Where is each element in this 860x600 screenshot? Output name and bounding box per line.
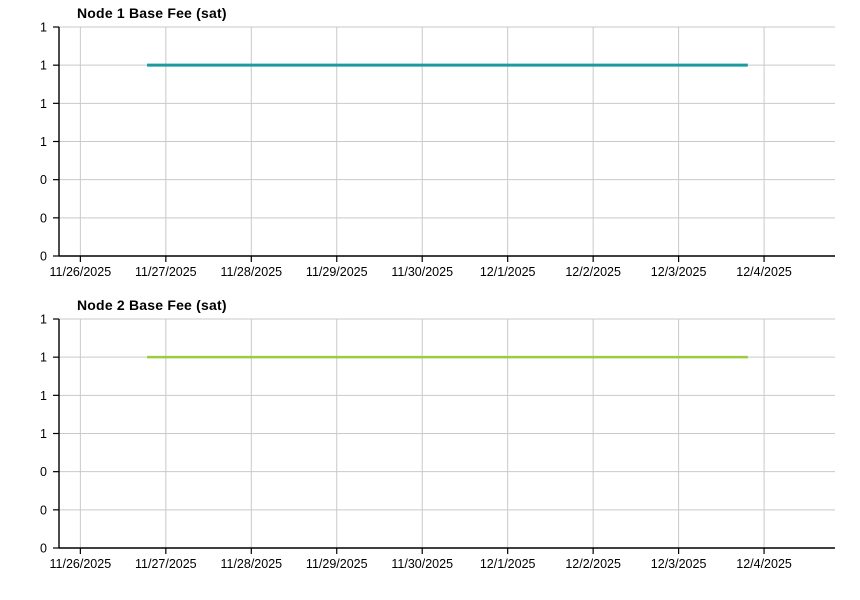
x-tick-label: 12/3/2025: [651, 265, 707, 279]
x-tick-label: 11/30/2025: [391, 557, 453, 571]
y-tick-label: 0: [40, 465, 47, 479]
x-tick-label: 12/4/2025: [736, 265, 792, 279]
x-tick-label: 12/2/2025: [565, 557, 621, 571]
y-tick-label: 1: [40, 313, 47, 327]
x-tick-label: 12/1/2025: [480, 557, 536, 571]
x-tick-label: 11/27/2025: [135, 557, 197, 571]
y-tick-label: 0: [40, 542, 47, 556]
y-tick-label: 1: [40, 59, 47, 73]
y-tick-label: 1: [40, 97, 47, 111]
y-tick-label: 0: [40, 173, 47, 187]
chart-node2-base-fee: Node 2 Base Fee (sat) 11/26/2025 11/27/20…: [0, 292, 860, 583]
x-tick-label: 12/4/2025: [736, 557, 792, 571]
y-tick-label: 0: [40, 503, 47, 517]
x-tick-label: 11/28/2025: [220, 557, 282, 571]
y-tick-label: 1: [40, 427, 47, 441]
x-tick-label: 11/30/2025: [391, 265, 453, 279]
y-tick-label: 1: [40, 135, 47, 149]
y-tick-label: 1: [40, 21, 47, 35]
x-tick-label: 11/27/2025: [135, 265, 197, 279]
x-tick-label: 11/29/2025: [306, 265, 368, 279]
x-tick-label: 11/26/2025: [50, 557, 112, 571]
chart-plot-node2: 11/26/2025 11/27/2025 11/28/2025 11/29/2025…: [40, 313, 835, 571]
y-tick-label: 1: [40, 389, 47, 403]
y-tick-label: 0: [40, 211, 47, 225]
y-tick-label: 0: [40, 250, 47, 264]
x-tick-label: 12/1/2025: [480, 265, 536, 279]
y-tick-label: 1: [40, 351, 47, 365]
x-tick-label: 11/26/2025: [50, 265, 112, 279]
x-tick-label: 11/29/2025: [306, 557, 368, 571]
x-tick-label: 12/2/2025: [565, 265, 621, 279]
x-tick-label: 11/28/2025: [220, 265, 282, 279]
chart-node1-base-fee: Node 1 Base Fee (sat) 11/26/2025 11/27/20…: [0, 0, 860, 291]
chart-plot-node1: 11/26/2025 11/27/2025 11/28/2025 11/29/2025…: [40, 21, 835, 279]
x-tick-label: 12/3/2025: [651, 557, 707, 571]
